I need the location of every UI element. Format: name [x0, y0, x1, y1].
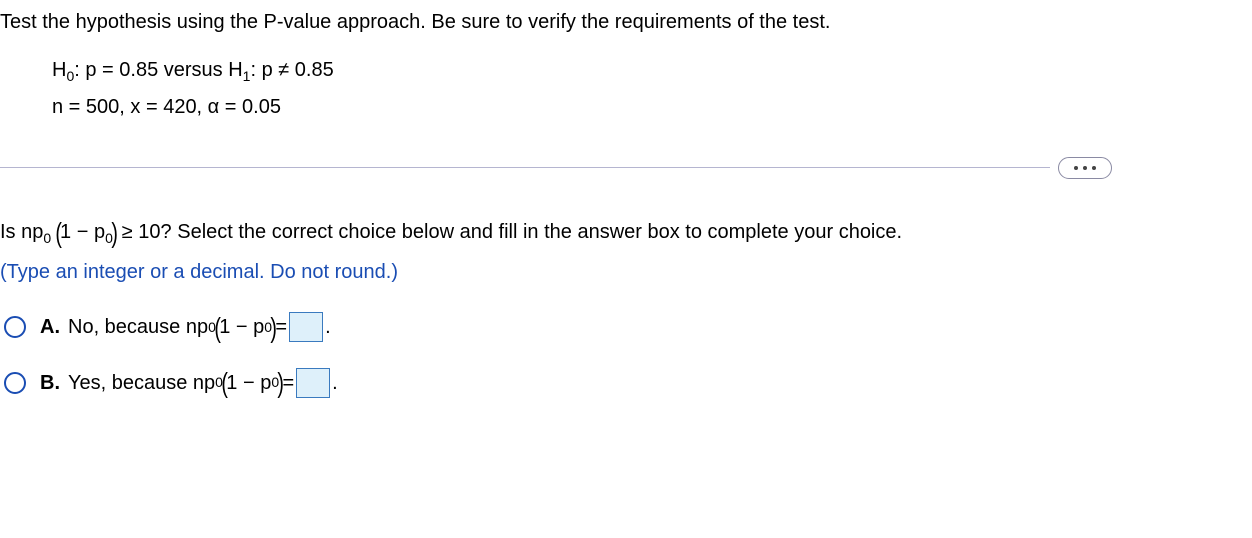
instruction-text: Test the hypothesis using the P-value ap…: [0, 8, 1252, 36]
question-block: Is np0 (1 − p0) ≥ 10? Select the correct…: [0, 213, 1252, 403]
answer-box-a[interactable]: [289, 312, 323, 342]
radio-b[interactable]: [4, 372, 26, 394]
radio-a[interactable]: [4, 316, 26, 338]
separator-row: [0, 157, 1252, 179]
hypothesis-line-2: n = 500, x = 420, α = 0.05: [52, 93, 1252, 121]
ellipsis-icon: [1074, 166, 1096, 170]
choice-a-text: No, because np0 (1 − p0) = .: [68, 308, 331, 347]
choice-a: A. No, because np0 (1 − p0) = .: [4, 308, 1248, 347]
hypotheses-block: H0: p = 0.85 versus H1: p ≠ 0.85 n = 500…: [0, 56, 1252, 121]
choice-b: B. Yes, because np0 (1 − p0) = .: [4, 363, 1248, 402]
choice-a-letter: A.: [40, 313, 68, 341]
choices-list: A. No, because np0 (1 − p0) = . B. Yes, …: [0, 308, 1248, 402]
choice-b-text: Yes, because np0 (1 − p0) = .: [68, 363, 338, 402]
separator-line: [0, 167, 1050, 168]
choice-b-letter: B.: [40, 369, 68, 397]
question-hint: (Type an integer or a decimal. Do not ro…: [0, 258, 1248, 286]
question-text: Is np0 (1 − p0) ≥ 10? Select the correct…: [0, 213, 1248, 252]
answer-box-b[interactable]: [296, 368, 330, 398]
more-button[interactable]: [1058, 157, 1112, 179]
hypothesis-line-1: H0: p = 0.85 versus H1: p ≠ 0.85: [52, 56, 1252, 87]
